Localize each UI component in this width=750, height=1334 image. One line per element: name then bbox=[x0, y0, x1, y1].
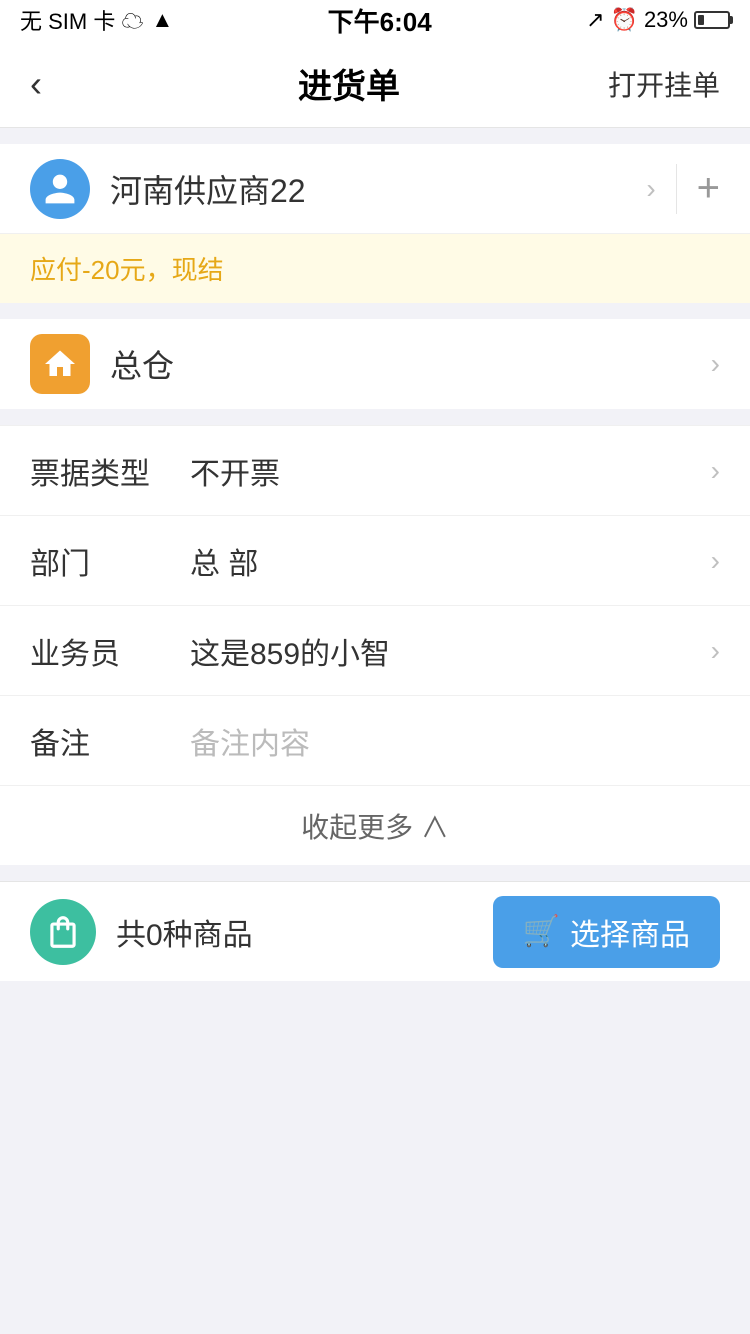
form-row-salesperson[interactable]: 业务员 这是859的小智 › bbox=[0, 605, 750, 695]
wifi-icon: ▲ bbox=[151, 7, 173, 33]
battery-percent: 23% bbox=[644, 7, 688, 33]
alarm-icon: ⏰ bbox=[611, 7, 638, 33]
location-icon: ↗ bbox=[586, 7, 604, 33]
supplier-row[interactable]: 河南供应商22 › + bbox=[0, 144, 750, 234]
product-icon-wrap bbox=[30, 899, 96, 965]
warehouse-row[interactable]: 总仓 › bbox=[0, 319, 750, 409]
section-gap-2 bbox=[0, 303, 750, 319]
invoice-label: 票据类型 bbox=[30, 449, 170, 493]
select-product-button[interactable]: 🛒 选择商品 bbox=[493, 896, 720, 968]
content-area bbox=[0, 981, 750, 1281]
collapse-label: 收起更多 ∧ bbox=[301, 806, 449, 846]
person-icon bbox=[42, 171, 78, 207]
supplier-name: 河南供应商22 bbox=[110, 166, 646, 212]
salesperson-label: 业务员 bbox=[30, 629, 170, 673]
select-btn-label: 选择商品 bbox=[570, 910, 690, 954]
supplier-avatar bbox=[30, 159, 90, 219]
back-button[interactable]: ‹ bbox=[30, 63, 90, 105]
dept-chevron-icon: › bbox=[711, 545, 720, 577]
open-pending-button[interactable]: 打开挂单 bbox=[608, 64, 720, 104]
remark-input[interactable]: 备注内容 bbox=[190, 719, 720, 763]
supplier-card: 河南供应商22 › + 应付-20元，现结 bbox=[0, 144, 750, 303]
nav-title: 进货单 bbox=[298, 59, 400, 108]
status-left: 无 SIM 卡 ☁ ▲ bbox=[20, 4, 173, 36]
supplier-chevron-icon: › bbox=[646, 173, 655, 205]
remark-label: 备注 bbox=[30, 719, 170, 763]
salesperson-value: 这是859的小智 bbox=[190, 629, 711, 673]
warehouse-icon-wrap bbox=[30, 334, 90, 394]
form-card: 票据类型 不开票 › 部门 总 部 › 业务员 这是859的小智 › 备注 备注… bbox=[0, 425, 750, 865]
dept-label: 部门 bbox=[30, 539, 170, 583]
status-bar: 无 SIM 卡 ☁ ▲ 下午6:04 ↗ ⏰ 23% bbox=[0, 0, 750, 40]
form-row-remark[interactable]: 备注 备注内容 bbox=[0, 695, 750, 785]
status-right: ↗ ⏰ 23% bbox=[586, 7, 730, 33]
product-count: 共0种商品 bbox=[116, 910, 473, 954]
supplier-divider bbox=[676, 164, 677, 214]
notice-bar: 应付-20元，现结 bbox=[0, 234, 750, 303]
cart-icon: 🛒 bbox=[523, 914, 560, 949]
collapse-button[interactable]: 收起更多 ∧ bbox=[0, 785, 750, 865]
dept-value: 总 部 bbox=[190, 539, 711, 583]
invoice-value: 不开票 bbox=[190, 449, 711, 493]
bottom-action-bar: 共0种商品 🛒 选择商品 bbox=[0, 881, 750, 981]
notice-text: 应付-20元，现结 bbox=[30, 255, 224, 285]
salesperson-chevron-icon: › bbox=[711, 635, 720, 667]
warehouse-icon bbox=[42, 346, 78, 382]
battery-icon bbox=[694, 11, 730, 29]
section-gap-3 bbox=[0, 409, 750, 425]
nav-bar: ‹ 进货单 打开挂单 bbox=[0, 40, 750, 128]
status-time: 下午6:04 bbox=[328, 2, 432, 39]
invoice-chevron-icon: › bbox=[711, 455, 720, 487]
sim-text: 无 SIM 卡 ☁ bbox=[20, 4, 143, 36]
section-gap-1 bbox=[0, 128, 750, 144]
warehouse-name: 总仓 bbox=[110, 341, 711, 387]
shopping-bag-icon bbox=[44, 913, 82, 951]
section-gap-4 bbox=[0, 865, 750, 881]
form-row-invoice[interactable]: 票据类型 不开票 › bbox=[0, 425, 750, 515]
form-row-dept[interactable]: 部门 总 部 › bbox=[0, 515, 750, 605]
warehouse-chevron-icon: › bbox=[711, 348, 720, 380]
add-supplier-button[interactable]: + bbox=[697, 166, 720, 211]
warehouse-card: 总仓 › bbox=[0, 319, 750, 409]
